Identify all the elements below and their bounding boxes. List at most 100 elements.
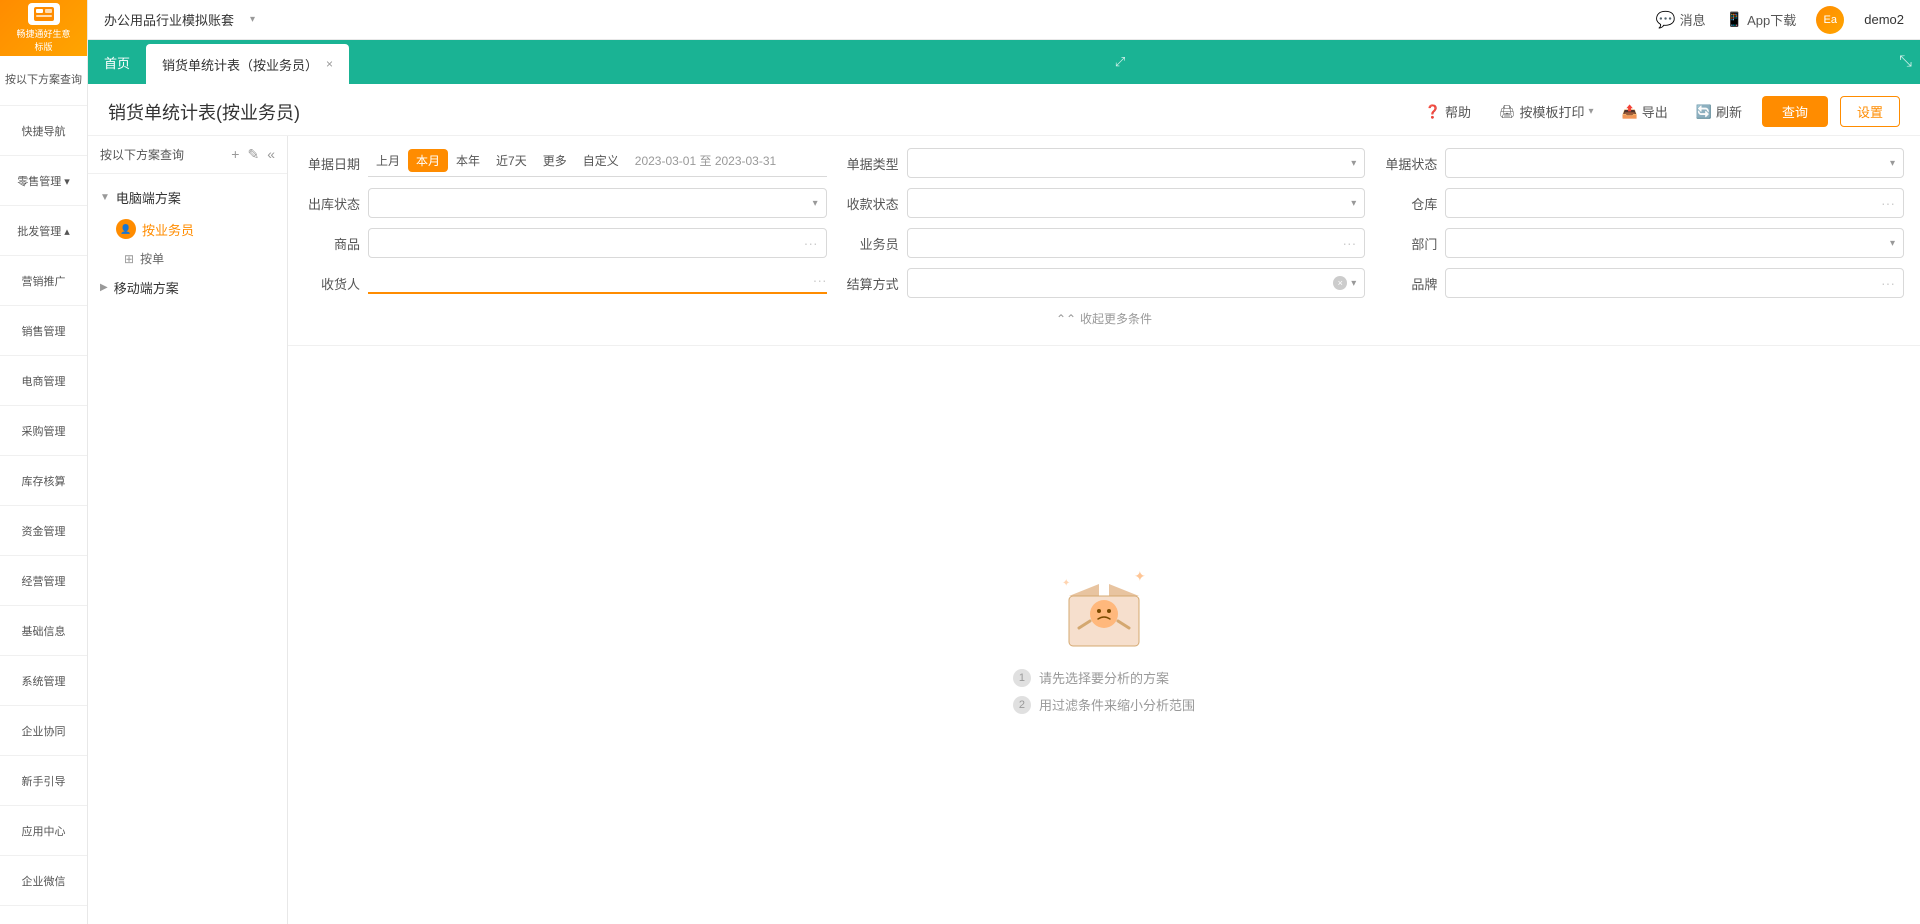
- doc-status-select[interactable]: ▾: [1445, 148, 1904, 178]
- topbar-dropdown-icon[interactable]: ▾: [250, 14, 255, 25]
- sidebar-item-wholesale[interactable]: 批发管理 ▴: [0, 206, 88, 256]
- sidebar-item-appcenter[interactable]: 应用中心: [0, 806, 88, 856]
- warehouse-select[interactable]: ···: [1445, 188, 1904, 218]
- app-download-label: App下载: [1747, 10, 1796, 29]
- settings-button[interactable]: 设置: [1840, 96, 1900, 127]
- sidebar-item-inventory[interactable]: 库存核算: [0, 456, 88, 506]
- results-area: ✦ ✦ 1 请先选择要分析的方案 2 用过滤条件来缩小分析范围: [288, 346, 1920, 924]
- topbar: 办公用品行业模拟账套 ▾ 💬 消息 📱 App下载 Ea demo2: [88, 0, 1920, 40]
- print-icon: 🖨: [1499, 104, 1516, 120]
- doc-type-select[interactable]: ▾: [907, 148, 1366, 178]
- export-label: 导出: [1642, 102, 1668, 121]
- sidebar-item-system[interactable]: 系统管理: [0, 656, 88, 706]
- help-button[interactable]: ❓ 帮助: [1417, 98, 1479, 125]
- tab-maximize[interactable]: ⤡: [1891, 40, 1920, 84]
- content-area: 按以下方案查询 + ✎ « ▼ 电脑端方案 👤: [88, 136, 1920, 924]
- logo-icon: [28, 3, 60, 25]
- collapse-row: ⌃⌃ 收起更多条件: [304, 304, 1904, 333]
- sidebar-item-label: 销售管理: [22, 323, 66, 339]
- dept-arrow-icon: ▾: [1890, 238, 1895, 249]
- sidebar-item-operations[interactable]: 经营管理: [0, 556, 88, 606]
- date-this-month[interactable]: 本月: [408, 149, 448, 172]
- receipt-status-select[interactable]: ▾: [907, 188, 1366, 218]
- salesperson-dots[interactable]: ···: [1342, 235, 1356, 251]
- sidebar-item-basic[interactable]: 基础信息: [0, 606, 88, 656]
- date-prev-month[interactable]: 上月: [368, 149, 408, 172]
- tree-sub-order[interactable]: ⊞ 按单: [88, 245, 287, 272]
- collapse-panel-icon[interactable]: «: [267, 146, 275, 163]
- filter-area: 单据日期 上月 本月 本年 近7天 更多 自定义 20: [288, 136, 1920, 346]
- tab-expand-icon[interactable]: ⤢: [1103, 40, 1137, 84]
- user-name[interactable]: demo2: [1864, 12, 1904, 27]
- query-button[interactable]: 查询: [1762, 96, 1828, 127]
- sidebar-item-quicknav[interactable]: 快捷导航: [0, 106, 88, 156]
- message-icon: 💬: [1656, 10, 1676, 30]
- date-this-year[interactable]: 本年: [448, 149, 488, 172]
- tabbar: 首页 销货单统计表（按业务员） × ⤢ ⤡: [88, 40, 1920, 84]
- sidebar-item-sales[interactable]: 销售管理: [0, 306, 88, 356]
- tree-parent-label: 电脑端方案: [116, 188, 181, 207]
- user-avatar[interactable]: Ea: [1816, 6, 1844, 34]
- payment-arrow-icon: ▾: [1351, 278, 1356, 289]
- sidebar-item-member[interactable]: 畅会员: [0, 906, 88, 924]
- message-action[interactable]: 💬 消息: [1656, 10, 1706, 30]
- collapse-button[interactable]: ⌃⌃ 收起更多条件: [1044, 308, 1164, 329]
- tab-home-label: 首页: [104, 53, 130, 72]
- export-button[interactable]: 📤 导出: [1614, 98, 1676, 125]
- add-scheme-icon[interactable]: +: [231, 146, 239, 163]
- page-content: 销货单统计表(按业务员) ❓ 帮助 🖨 按模板打印 ▾ 📤 导出 🔄 刷新: [88, 84, 1920, 924]
- edit-scheme-icon[interactable]: ✎: [247, 146, 259, 163]
- dept-select[interactable]: ▾: [1445, 228, 1904, 258]
- goods-label: 商品: [304, 234, 360, 253]
- tree-parent-desktop[interactable]: ▼ 电脑端方案: [88, 182, 287, 213]
- out-status-select[interactable]: ▾: [368, 188, 827, 218]
- salesperson-scheme-icon: 👤: [116, 219, 136, 239]
- doc-type-filter-cell: 单据类型 ▾: [843, 148, 1366, 178]
- tree-parent-mobile[interactable]: ▶ 移动端方案: [88, 272, 287, 303]
- sidebar-item-label: 营销推广: [22, 273, 66, 289]
- warehouse-dots[interactable]: ···: [1881, 195, 1895, 211]
- payment-select[interactable]: × ▾: [907, 268, 1366, 298]
- date-custom[interactable]: 自定义: [575, 149, 627, 172]
- tree-child-salesperson-label: 按业务员: [142, 220, 194, 239]
- step-1-num: 1: [1013, 669, 1031, 687]
- sidebar-item-wechat[interactable]: 企业微信: [0, 856, 88, 906]
- goods-select[interactable]: ···: [368, 228, 827, 258]
- date-7days[interactable]: 近7天: [488, 149, 535, 172]
- receiver-dots[interactable]: ···: [813, 272, 827, 288]
- sidebar-item-ecommerce[interactable]: 电商管理: [0, 356, 88, 406]
- step-2-num: 2: [1013, 696, 1031, 714]
- payment-clear-icon[interactable]: ×: [1333, 276, 1347, 290]
- sidebar-item-enterprise[interactable]: 企业协同: [0, 706, 88, 756]
- salesperson-label: 业务员: [843, 234, 899, 253]
- brand-select[interactable]: ···: [1445, 268, 1904, 298]
- sidebar-item-label: 批发管理 ▴: [17, 223, 70, 239]
- app-download-icon: 📱: [1726, 11, 1743, 28]
- out-status-filter-cell: 出库状态 ▾: [304, 188, 827, 218]
- tab-close-icon[interactable]: ×: [326, 57, 333, 71]
- tab-home[interactable]: 首页: [88, 40, 146, 84]
- sidebar-item-finance[interactable]: 资金管理: [0, 506, 88, 556]
- app-download-action[interactable]: 📱 App下载: [1726, 10, 1797, 29]
- payment-label: 结算方式: [843, 274, 899, 293]
- salesperson-select[interactable]: ···: [907, 228, 1366, 258]
- print-button[interactable]: 🖨 按模板打印 ▾: [1491, 98, 1602, 125]
- goods-dots[interactable]: ···: [804, 235, 818, 251]
- sidebar-item-newbie[interactable]: 新手引导: [0, 756, 88, 806]
- tree-child-salesperson[interactable]: 👤 按业务员: [88, 213, 287, 245]
- refresh-button[interactable]: 🔄 刷新: [1688, 98, 1750, 125]
- step-1-text: 请先选择要分析的方案: [1039, 668, 1169, 687]
- out-status-arrow-icon: ▾: [813, 198, 818, 209]
- sidebar-item-marketing[interactable]: 营销推广: [0, 256, 88, 306]
- date-more[interactable]: 更多: [535, 149, 575, 172]
- brand-dots[interactable]: ···: [1881, 275, 1895, 291]
- collapse-label: 收起更多条件: [1080, 310, 1152, 327]
- sidebar-item-retail[interactable]: 零售管理 ▾: [0, 156, 88, 206]
- empty-illustration: ✦ ✦: [1044, 556, 1164, 656]
- sidebar-item-search[interactable]: 按以下方案查询: [0, 56, 88, 106]
- warehouse-label: 仓库: [1381, 194, 1437, 213]
- sidebar-item-purchase[interactable]: 采购管理: [0, 406, 88, 456]
- brand-label: 品牌: [1381, 274, 1437, 293]
- date-filter-cell: 单据日期 上月 本月 本年 近7天 更多 自定义 20: [304, 148, 827, 178]
- tab-sales-stats[interactable]: 销货单统计表（按业务员） ×: [146, 44, 349, 84]
